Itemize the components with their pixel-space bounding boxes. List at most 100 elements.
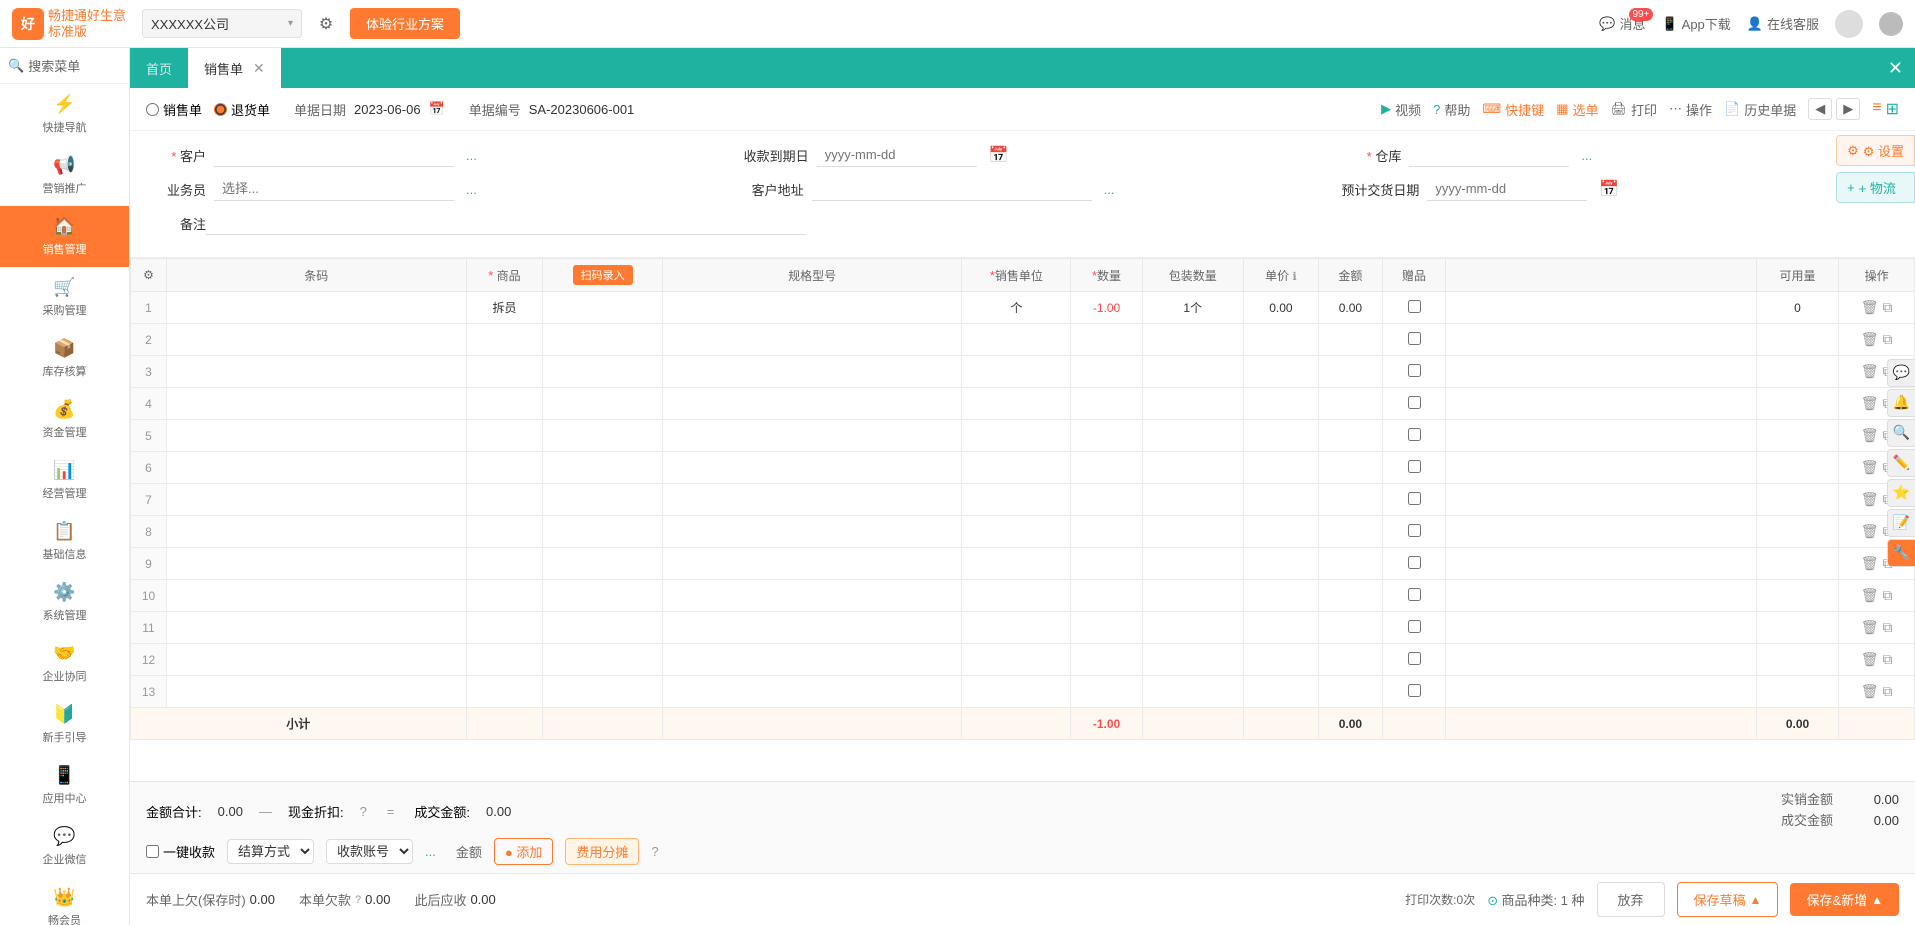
copy-icon[interactable]: ⧉ [1882,299,1892,316]
expected-date-calendar-icon[interactable]: 📅 [1599,179,1619,199]
copy-icon[interactable]: ⧉ [1882,587,1892,604]
help-link[interactable]: ? 帮助 [1433,100,1470,119]
operation-link[interactable]: ⋯ 操作 [1669,100,1712,119]
cell-barcode[interactable] [167,420,467,452]
cell-spec[interactable] [662,292,962,324]
delete-icon[interactable]: 🗑 [1861,587,1879,604]
expense-button[interactable]: 费用分摊 [565,838,639,865]
sidebar-item-enterprise[interactable]: 🤝 企业协同 [0,633,129,694]
gift-checkbox[interactable] [1408,684,1421,697]
sidebar-item-inventory[interactable]: 📦 库存核算 [0,328,129,389]
sidebar-item-newbie[interactable]: 🔰 新手引导 [0,694,129,755]
due-date-calendar-icon[interactable]: 📅 [989,145,1009,165]
cell-spec[interactable] [662,484,962,516]
radio-sales-order[interactable]: 销售单 [146,100,202,119]
radio-return-order[interactable]: 退货单 [214,100,270,119]
sidebar-item-marketing[interactable]: 📢 营销推广 [0,145,129,206]
sidebar-item-apps[interactable]: 📱 应用中心 [0,755,129,816]
video-link[interactable]: ▶ 视频 [1381,100,1421,119]
customer-dots[interactable]: ... [466,148,477,163]
spec-input[interactable] [671,300,954,315]
sidebar-search[interactable]: 🔍 搜索菜单 [0,48,129,84]
barcode-input[interactable] [175,556,458,571]
cell-barcode[interactable] [167,484,467,516]
salesperson-dots[interactable]: ... [466,182,477,197]
cell-barcode[interactable] [167,580,467,612]
gift-checkbox[interactable] [1408,300,1421,313]
save-new-button[interactable]: 保存&新增 ▲ [1790,883,1899,916]
delete-icon[interactable]: 🗑 [1861,459,1879,476]
scan-button[interactable]: 扫码录入 [573,265,633,285]
cell-spec[interactable] [662,676,962,708]
sidebar-item-operations[interactable]: 📊 经营管理 [0,450,129,511]
gift-checkbox[interactable] [1408,396,1421,409]
customer-addr-input[interactable] [812,177,1092,201]
spec-input[interactable] [671,396,954,411]
cell-spec[interactable] [662,388,962,420]
gift-checkbox[interactable] [1408,492,1421,505]
tab-maximize-button[interactable]: ✕ [1888,58,1903,79]
gift-checkbox[interactable] [1408,332,1421,345]
grid-view-icon[interactable]: ⊞ [1886,99,1899,119]
barcode-input[interactable] [175,396,458,411]
sidebar-item-wechat[interactable]: 💬 企业微信 [0,816,129,877]
barcode-input[interactable] [175,524,458,539]
tab-home[interactable]: 首页 [130,48,188,88]
float-btn-5[interactable]: ⭐ [1887,479,1915,507]
gift-checkbox[interactable] [1408,460,1421,473]
spec-input[interactable] [671,332,954,347]
delete-icon[interactable]: 🗑 [1861,523,1879,540]
float-btn-6[interactable]: 📝 [1887,509,1915,537]
barcode-input[interactable] [175,620,458,635]
gift-checkbox[interactable] [1408,364,1421,377]
warehouse-dots[interactable]: ... [1581,148,1592,163]
cell-spec[interactable] [662,452,962,484]
salesperson-input[interactable] [214,177,454,201]
delete-icon[interactable]: 🗑 [1861,299,1879,316]
barcode-input[interactable] [175,460,458,475]
avatar[interactable] [1835,10,1863,38]
print-link[interactable]: 🖨 打印 [1611,100,1658,119]
cell-barcode[interactable] [167,356,467,388]
copy-icon[interactable]: ⧉ [1882,619,1892,636]
spec-input[interactable] [671,428,954,443]
spec-input[interactable] [671,556,954,571]
spec-input[interactable] [671,524,954,539]
radio-sales-input[interactable] [146,103,159,116]
delete-icon[interactable]: 🗑 [1861,395,1879,412]
copy-icon[interactable]: ⧉ [1882,683,1892,700]
gift-checkbox[interactable] [1408,652,1421,665]
cell-barcode[interactable] [167,644,467,676]
sidebar-item-system[interactable]: ⚙️ 系统管理 [0,572,129,633]
barcode-input[interactable] [175,332,458,347]
barcode-input[interactable] [175,652,458,667]
cell-spec[interactable] [662,580,962,612]
gift-checkbox[interactable] [1408,588,1421,601]
tab-sales-order[interactable]: 销售单 ✕ [188,48,281,88]
barcode-input[interactable] [175,300,458,315]
cell-barcode[interactable] [167,292,467,324]
cell-barcode[interactable] [167,612,467,644]
warehouse-input[interactable]: 建材仓 [1409,143,1569,167]
barcode-input[interactable] [175,428,458,443]
prev-arrow-button[interactable]: ◀ [1808,98,1832,120]
cell-spec[interactable] [662,644,962,676]
spec-input[interactable] [671,684,954,699]
filter-link[interactable]: ▦ 选单 [1556,100,1598,119]
expected-date-input[interactable] [1427,177,1587,201]
gift-checkbox[interactable] [1408,620,1421,633]
trial-button[interactable]: 体验行业方案 [350,8,460,39]
cell-spec[interactable] [662,548,962,580]
expense-help-icon[interactable]: ? [651,844,658,859]
delete-icon[interactable]: 🗑 [1861,491,1879,508]
spec-input[interactable] [671,364,954,379]
delete-icon[interactable]: 🗑 [1861,363,1879,380]
logistics-button[interactable]: + + 物流 [1836,172,1915,203]
float-btn-4[interactable]: ✏️ [1887,449,1915,477]
calendar-icon[interactable]: 📅 [429,101,445,117]
tab-close-button[interactable]: ✕ [253,60,265,77]
customer-input[interactable] [214,143,454,167]
cell-spec[interactable] [662,324,962,356]
delete-icon[interactable]: 🗑 [1861,331,1879,348]
customer-addr-dots[interactable]: ... [1104,182,1115,197]
